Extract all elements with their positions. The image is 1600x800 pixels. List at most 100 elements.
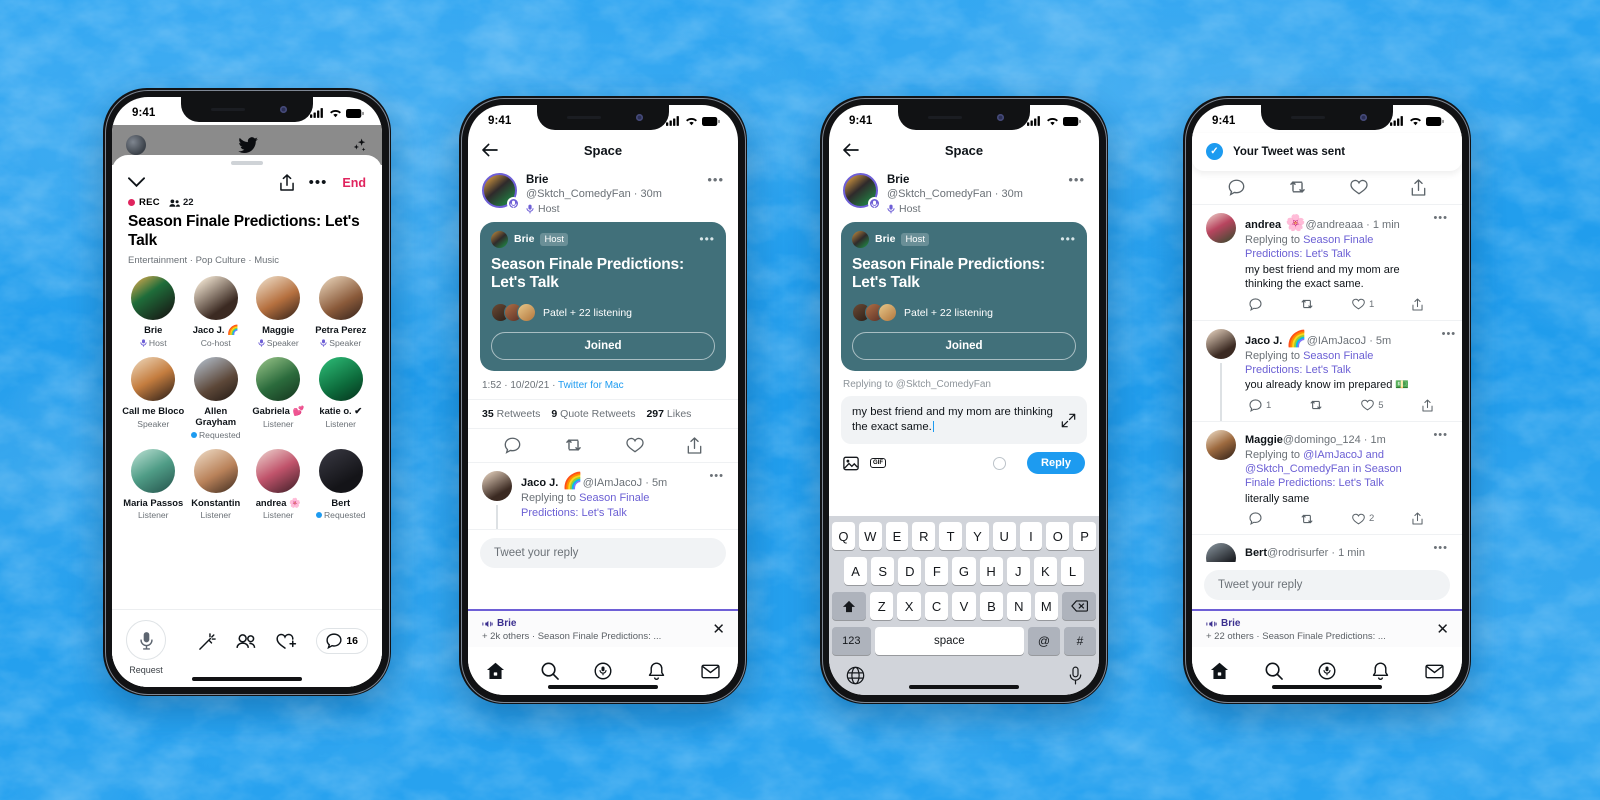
hash-key[interactable]: # — [1064, 627, 1096, 655]
more-dots-icon[interactable]: ••• — [1068, 173, 1085, 215]
spaces-icon[interactable] — [594, 662, 612, 680]
avatar[interactable] — [318, 276, 363, 321]
key-p[interactable]: P — [1073, 522, 1096, 550]
key-n[interactable]: N — [1007, 592, 1031, 620]
mail-icon[interactable] — [1425, 664, 1444, 679]
reply-item[interactable]: andrea 🌸@andreaaa · 1 min Replying to Sea… — [1192, 205, 1462, 321]
comment-icon[interactable] — [504, 437, 521, 455]
request-to-speak[interactable]: Request — [126, 620, 166, 675]
key-m[interactable]: M — [1034, 592, 1059, 620]
microphone-icon[interactable] — [126, 620, 166, 660]
more-dots-icon[interactable]: ••• — [309, 175, 328, 190]
key-e[interactable]: E — [885, 522, 909, 550]
avatar[interactable] — [318, 448, 363, 493]
avatar[interactable] — [482, 471, 512, 502]
more-dots-icon[interactable]: ••• — [1433, 213, 1448, 311]
key-f[interactable]: F — [925, 557, 949, 585]
share-icon[interactable] — [1411, 179, 1426, 196]
key-s[interactable]: S — [871, 557, 895, 585]
avatar[interactable] — [1206, 429, 1236, 460]
avatar[interactable] — [193, 276, 238, 321]
comment-icon[interactable] — [1249, 512, 1262, 526]
comment-icon[interactable] — [1228, 179, 1245, 196]
avatar[interactable] — [843, 173, 881, 210]
now-playing-bar[interactable]: Brie + 2k others · Season Finale Predict… — [468, 609, 738, 647]
heart-icon[interactable] — [626, 437, 644, 453]
close-icon[interactable]: ✕ — [712, 620, 725, 638]
reply-composer[interactable]: Tweet your reply — [468, 530, 738, 577]
more-dots-icon[interactable]: ••• — [1442, 328, 1457, 412]
key-i[interactable]: I — [1019, 522, 1043, 550]
more-dots-icon[interactable]: ••• — [709, 471, 724, 520]
end-button[interactable]: End — [342, 176, 366, 190]
bell-icon[interactable] — [648, 661, 665, 681]
heart-icon[interactable]: 5 — [1361, 399, 1384, 411]
key-j[interactable]: J — [1006, 557, 1030, 585]
avatar[interactable] — [256, 357, 301, 401]
key-r[interactable]: R — [912, 522, 936, 550]
key-h[interactable]: H — [979, 557, 1003, 585]
more-dots-icon[interactable]: ••• — [1433, 429, 1448, 525]
participant-cell[interactable]: Bert Requested — [310, 448, 373, 520]
share-icon[interactable] — [1412, 298, 1423, 311]
reply-composer[interactable]: Tweet your reply — [1192, 562, 1462, 609]
retweets-count[interactable]: 35 Retweets — [482, 408, 540, 420]
magic-wand-icon[interactable] — [198, 632, 217, 651]
sparkle-icon[interactable] — [351, 137, 368, 154]
key-b[interactable]: B — [979, 592, 1004, 620]
key-o[interactable]: O — [1046, 522, 1070, 550]
key-l[interactable]: L — [1060, 557, 1084, 585]
retweet-icon[interactable] — [1300, 513, 1314, 525]
key-c[interactable]: C — [924, 592, 949, 620]
microphone-icon[interactable] — [1069, 666, 1082, 685]
key-x[interactable]: X — [897, 592, 921, 620]
arrow-left-icon[interactable] — [482, 143, 498, 157]
reply-item[interactable]: Jaco J. 🌈@IAmJacoJ · 5m Replying to Seas… — [468, 463, 738, 530]
heart-icon[interactable] — [1350, 179, 1368, 195]
reply-item[interactable]: Maggie@domingo_124 · 1m Replying to @IAmJ… — [1192, 422, 1462, 536]
people-icon[interactable] — [236, 633, 257, 649]
comment-pill[interactable]: 16 — [316, 628, 368, 654]
key-a[interactable]: A — [844, 557, 868, 585]
globe-icon[interactable] — [846, 666, 865, 685]
heart-plus-icon[interactable] — [276, 632, 297, 650]
participant-cell[interactable]: Call me Bloco Speaker — [122, 357, 185, 440]
reply-item[interactable]: Jaco J. 🌈@IAmJacoJ · 5m Replying to Seaso… — [1192, 321, 1462, 422]
joined-button[interactable]: Joined — [852, 332, 1076, 361]
expand-arrows-icon[interactable] — [1061, 413, 1076, 428]
key-k[interactable]: K — [1033, 557, 1057, 585]
search-icon[interactable] — [541, 662, 559, 680]
avatar[interactable] — [256, 276, 301, 321]
search-icon[interactable] — [1265, 662, 1283, 680]
numeric-key[interactable]: 123 — [832, 627, 871, 655]
key-g[interactable]: G — [952, 557, 976, 585]
image-icon[interactable] — [843, 456, 859, 471]
avatar[interactable] — [1206, 328, 1236, 359]
home-icon[interactable] — [486, 662, 505, 680]
share-icon[interactable] — [1422, 399, 1433, 412]
mail-icon[interactable] — [701, 664, 720, 679]
participant-cell[interactable]: Maggie Speaker — [247, 276, 310, 348]
quote-retweets-count[interactable]: 9 Quote Retweets — [551, 408, 635, 420]
key-w[interactable]: W — [858, 522, 882, 550]
share-up-icon[interactable] — [279, 174, 294, 191]
retweet-icon[interactable] — [564, 437, 583, 453]
space-key[interactable]: space — [874, 627, 1024, 655]
avatar[interactable] — [256, 448, 301, 493]
more-dots-icon[interactable]: ••• — [707, 173, 724, 215]
retweet-icon[interactable] — [1309, 399, 1323, 411]
key-z[interactable]: Z — [869, 592, 894, 620]
bell-icon[interactable] — [1372, 661, 1389, 681]
avatar[interactable] — [131, 448, 176, 493]
key-v[interactable]: V — [952, 592, 976, 620]
participant-cell[interactable]: Konstantin Listener — [185, 448, 248, 520]
participant-cell[interactable]: Petra Perez Speaker — [310, 276, 373, 348]
heart-icon[interactable]: 2 — [1352, 513, 1374, 525]
avatar[interactable] — [193, 448, 238, 493]
participant-cell[interactable]: Gabriela 💕 Listener — [247, 357, 310, 440]
avatar[interactable] — [193, 357, 238, 401]
share-icon[interactable] — [687, 437, 702, 454]
key-d[interactable]: D — [898, 557, 922, 585]
reply-input[interactable]: Tweet your reply — [480, 537, 726, 568]
participant-cell[interactable]: Allen Grayham Requested — [185, 357, 248, 440]
